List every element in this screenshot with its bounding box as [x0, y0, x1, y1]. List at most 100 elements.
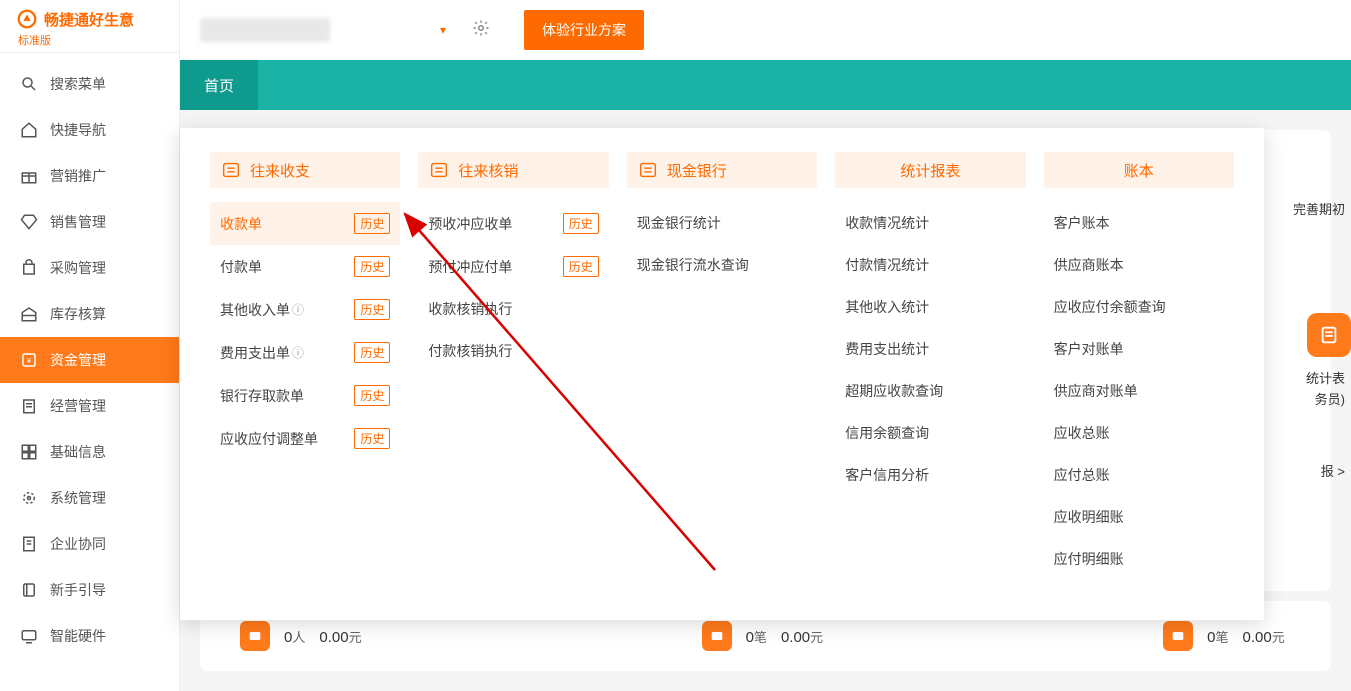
- sidebar-item-label: 搜索菜单: [50, 74, 106, 94]
- mega-item[interactable]: 费用支出统计: [835, 328, 1025, 370]
- mega-item-label: 应付总账: [1054, 465, 1110, 485]
- doc-icon: [637, 159, 659, 181]
- stat-text: 0笔0.00元: [1207, 627, 1285, 646]
- mega-item[interactable]: 供应商账本: [1044, 244, 1234, 286]
- edge-text-2: 统计表务员): [1291, 369, 1351, 411]
- mega-item-label: 付款核销执行: [428, 341, 512, 361]
- chevron-down-icon[interactable]: ▾: [440, 23, 446, 37]
- mega-header-text: 往来核销: [458, 160, 518, 181]
- sidebar-item-search[interactable]: 搜索菜单: [0, 61, 179, 107]
- sidebar-item-grid[interactable]: 基础信息: [0, 429, 179, 475]
- mega-item-label: 现金银行统计: [637, 213, 721, 233]
- mega-column: 账本客户账本供应商账本应收应付余额查询客户对账单供应商对账单应收总账应付总账应收…: [1044, 152, 1234, 580]
- mega-item[interactable]: 应收应付调整单 历史: [210, 417, 400, 460]
- mega-item-label: 应收应付余额查询: [1054, 297, 1166, 317]
- sidebar-item-book[interactable]: 新手引导: [0, 567, 179, 613]
- sidebar-item-diamond[interactable]: 销售管理: [0, 199, 179, 245]
- history-tag[interactable]: 历史: [354, 342, 390, 363]
- mega-column: 往来收支收款单历史付款单历史其他收入单ⓘ历史费用支出单ⓘ历史银行存取款单历史应收…: [210, 152, 400, 580]
- mega-item[interactable]: 现金银行统计: [627, 202, 817, 244]
- mega-item[interactable]: 应收总账: [1044, 412, 1234, 454]
- help-icon[interactable]: ⓘ: [292, 344, 304, 361]
- mega-item-label: 银行存取款单: [220, 386, 304, 406]
- tab-bar: 首页: [180, 60, 1351, 110]
- cart-icon: [20, 259, 38, 277]
- clipboard-icon: [20, 397, 38, 415]
- sidebar-item-cart[interactable]: 采购管理: [0, 245, 179, 291]
- sidebar-item-money[interactable]: ¥ 资金管理: [0, 337, 179, 383]
- mega-item[interactable]: 应收明细账: [1044, 496, 1234, 538]
- history-tag[interactable]: 历史: [354, 385, 390, 406]
- sidebar-item-label: 资金管理: [50, 350, 106, 370]
- mega-item-label: 收款核销执行: [428, 299, 512, 319]
- mega-header: 账本: [1044, 152, 1234, 188]
- mega-item[interactable]: 应收应付余额查询: [1044, 286, 1234, 328]
- mega-item[interactable]: 超期应收款查询: [835, 370, 1025, 412]
- mega-item[interactable]: 付款情况统计: [835, 244, 1025, 286]
- money-icon: ¥: [20, 351, 38, 369]
- edge-icon[interactable]: [1307, 313, 1351, 357]
- sidebar-item-label: 采购管理: [50, 258, 106, 278]
- mega-header: 统计报表: [835, 152, 1025, 188]
- mega-item[interactable]: 客户账本: [1044, 202, 1234, 244]
- history-tag[interactable]: 历史: [354, 428, 390, 449]
- home-icon: [20, 121, 38, 139]
- help-icon[interactable]: ⓘ: [292, 301, 304, 318]
- tab-home[interactable]: 首页: [180, 60, 258, 110]
- tv-icon: [20, 627, 38, 645]
- history-tag[interactable]: 历史: [354, 299, 390, 320]
- mega-item-label: 应收应付调整单: [220, 429, 318, 449]
- mega-item[interactable]: 客户对账单: [1044, 328, 1234, 370]
- mega-item[interactable]: 预付冲应付单 历史: [418, 245, 608, 288]
- brand-logo-icon: [16, 8, 38, 30]
- mega-menu: 往来收支收款单历史付款单历史其他收入单ⓘ历史费用支出单ⓘ历史银行存取款单历史应收…: [180, 128, 1264, 620]
- mega-item[interactable]: 收款核销执行: [418, 288, 608, 330]
- sidebar-item-clipboard[interactable]: 经营管理: [0, 383, 179, 429]
- mega-item[interactable]: 其他收入统计: [835, 286, 1025, 328]
- sidebar-item-warehouse[interactable]: 库存核算: [0, 291, 179, 337]
- mega-item[interactable]: 应付明细账: [1044, 538, 1234, 580]
- mega-item-label: 预付冲应付单: [428, 257, 512, 277]
- history-tag[interactable]: 历史: [563, 213, 599, 234]
- experience-plan-button[interactable]: 体验行业方案: [524, 10, 644, 50]
- gear-icon[interactable]: [472, 19, 490, 42]
- history-tag[interactable]: 历史: [354, 213, 390, 234]
- mega-item[interactable]: 其他收入单ⓘ 历史: [210, 288, 400, 331]
- grid-icon: [20, 443, 38, 461]
- mega-item[interactable]: 银行存取款单 历史: [210, 374, 400, 417]
- search-icon: [20, 75, 38, 93]
- sidebar: 畅捷通好生意 标准版 搜索菜单快捷导航营销推广销售管理采购管理库存核算¥资金管理…: [0, 0, 180, 691]
- mega-item[interactable]: 收款情况统计: [835, 202, 1025, 244]
- mega-item[interactable]: 现金银行流水查询: [627, 244, 817, 286]
- stat-group: 0笔0.00元: [702, 621, 824, 651]
- sidebar-item-home[interactable]: 快捷导航: [0, 107, 179, 153]
- mega-item[interactable]: 客户信用分析: [835, 454, 1025, 496]
- sidebar-item-gift[interactable]: 营销推广: [0, 153, 179, 199]
- mega-item[interactable]: 供应商对账单: [1044, 370, 1234, 412]
- mega-item-label: 费用支出统计: [845, 339, 929, 359]
- mega-item[interactable]: 付款单 历史: [210, 245, 400, 288]
- mega-header: 往来核销: [418, 152, 608, 188]
- history-tag[interactable]: 历史: [354, 256, 390, 277]
- mega-item-label: 供应商对账单: [1054, 381, 1138, 401]
- header: ▾ 体验行业方案: [180, 0, 1351, 60]
- mega-item[interactable]: 费用支出单ⓘ历史: [210, 331, 400, 374]
- mega-item[interactable]: 应付总账: [1044, 454, 1234, 496]
- mega-item-label: 其他收入单ⓘ: [220, 300, 304, 320]
- mega-header: 往来收支: [210, 152, 400, 188]
- mega-item-label: 预收冲应收单: [428, 214, 512, 234]
- sidebar-item-tv[interactable]: 智能硬件: [0, 613, 179, 659]
- sidebar-item-gear[interactable]: 系统管理: [0, 475, 179, 521]
- sidebar-item-label: 企业协同: [50, 534, 106, 554]
- diamond-icon: [20, 213, 38, 231]
- mega-item[interactable]: 付款核销执行: [418, 330, 608, 372]
- mega-item[interactable]: 预收冲应收单 历史: [418, 202, 608, 245]
- mega-item-label: 付款单: [220, 257, 262, 277]
- mega-item[interactable]: 信用余额查询: [835, 412, 1025, 454]
- stat-text: 0笔0.00元: [746, 627, 824, 646]
- mega-item[interactable]: 收款单历史: [210, 202, 400, 245]
- org-name-blurred: [200, 18, 330, 42]
- sidebar-item-doc[interactable]: 企业协同: [0, 521, 179, 567]
- history-tag[interactable]: 历史: [563, 256, 599, 277]
- sidebar-item-label: 系统管理: [50, 488, 106, 508]
